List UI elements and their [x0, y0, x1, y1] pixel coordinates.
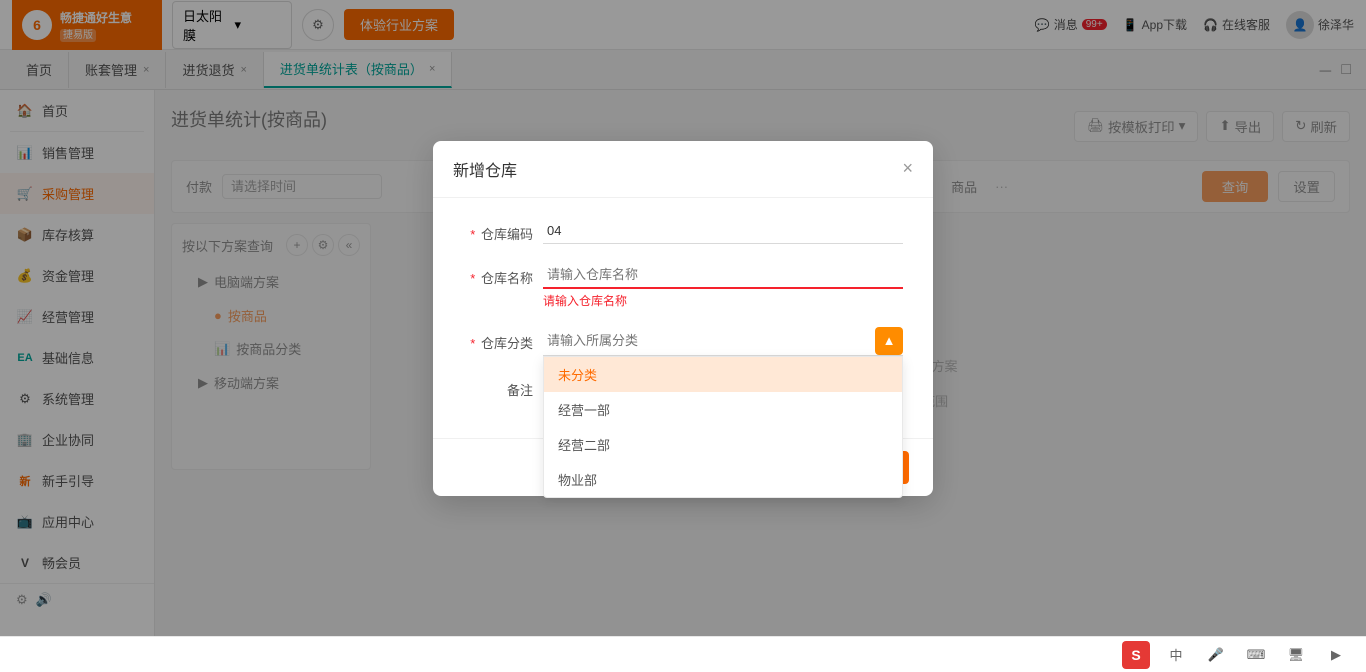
monitor-icon[interactable]: 🖥 [1282, 641, 1310, 669]
add-warehouse-modal: 新增仓库 × * 仓库编码 * 仓库名称 [433, 141, 933, 496]
form-row-category: * 仓库分类 ▲ 未分类 经营一部 经营二部 物业部 [463, 327, 903, 356]
category-dropdown-toggle[interactable]: ▲ [875, 327, 903, 355]
dropdown-option-none[interactable]: 未分类 [544, 357, 902, 392]
name-error-message: 请输入仓库名称 [543, 292, 903, 309]
modal-overlay: 新增仓库 × * 仓库编码 * 仓库名称 [0, 0, 1366, 636]
dropdown-option-op2[interactable]: 经营二部 [544, 427, 902, 462]
modal-close-button[interactable]: × [902, 158, 913, 179]
modal-body: * 仓库编码 * 仓库名称 请输入仓库名称 [433, 198, 933, 438]
note-label: 备注 [463, 374, 543, 399]
name-label: * 仓库名称 [463, 262, 543, 287]
name-field: 请输入仓库名称 [543, 262, 903, 309]
category-dropdown-row: ▲ [543, 327, 903, 356]
chevron-up-icon: ▲ [883, 333, 896, 348]
keyboard-icon[interactable]: ⌨ [1242, 641, 1270, 669]
name-input[interactable] [543, 262, 903, 289]
category-field: ▲ 未分类 经营一部 经营二部 物业部 [543, 327, 903, 356]
mic-icon[interactable]: 🎤 [1202, 641, 1230, 669]
category-input[interactable] [543, 328, 875, 353]
dropdown-option-op1[interactable]: 经营一部 [544, 392, 902, 427]
form-row-code: * 仓库编码 [463, 218, 903, 244]
form-row-name: * 仓库名称 请输入仓库名称 [463, 262, 903, 309]
dropdown-option-op3[interactable]: 物业部 [544, 462, 902, 497]
code-label: * 仓库编码 [463, 218, 543, 243]
category-dropdown-list: 未分类 经营一部 经营二部 物业部 [543, 356, 903, 498]
modal-header: 新增仓库 × [433, 141, 933, 198]
modal-title: 新增仓库 [453, 157, 517, 181]
code-input[interactable] [543, 218, 903, 244]
play-icon[interactable]: ▶ [1322, 641, 1350, 669]
s-logo-icon: S [1122, 641, 1150, 669]
bottom-bar: S 中 🎤 ⌨ 🖥 ▶ [0, 636, 1366, 672]
code-field [543, 218, 903, 244]
chinese-input-icon[interactable]: 中 [1162, 641, 1190, 669]
category-label: * 仓库分类 [463, 327, 543, 352]
